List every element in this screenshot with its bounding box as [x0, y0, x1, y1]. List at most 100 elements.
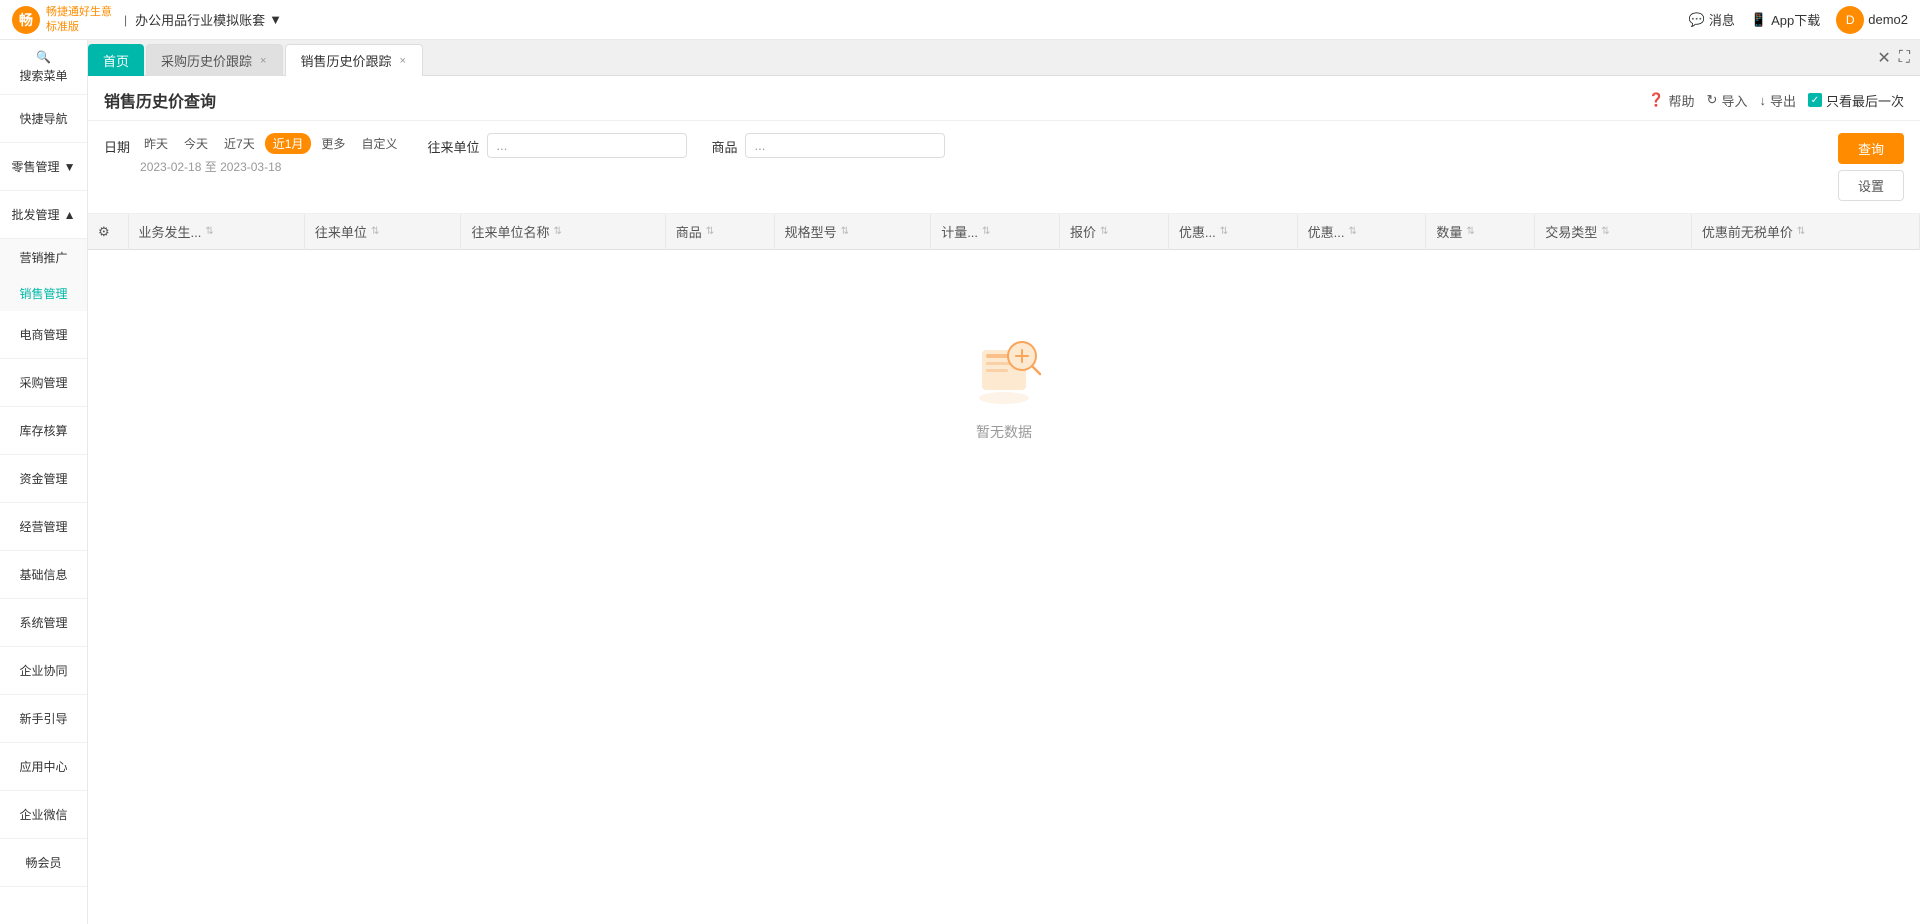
export-icon: ↓ — [1759, 93, 1766, 108]
tab-sales-history[interactable]: 销售历史价跟踪 × — [285, 44, 422, 76]
sidebar-item-guide[interactable]: 新手引导 — [0, 695, 87, 743]
last-once-checkbox[interactable]: ✓ 只看最后一次 — [1808, 91, 1904, 110]
th-quantity[interactable]: 数量 ⇅ — [1426, 214, 1535, 250]
filter-bar: 日期 昨天 今天 近7天 近1月 更多 自定义 2023-02-18 至 202… — [88, 121, 1920, 214]
date-btn-1month[interactable]: 近1月 — [265, 133, 312, 154]
table-header: ⚙ 业务发生... ⇅ 往来单位 — [88, 214, 1920, 250]
help-button[interactable]: ❓ 帮助 — [1648, 91, 1694, 110]
sidebar-item-system[interactable]: 系统管理 — [0, 599, 87, 647]
empty-state: 暂无数据 — [88, 250, 1920, 522]
settings-button[interactable]: 设置 — [1838, 170, 1904, 201]
tab-purchase-label: 采购历史价跟踪 — [161, 51, 252, 70]
company-selector[interactable]: 办公用品行业模拟账套 ▼ — [135, 10, 282, 29]
search-button[interactable]: 查询 — [1838, 133, 1904, 164]
sort-icon: ⇅ — [706, 226, 714, 237]
goods-input-placeholder: ... — [754, 138, 765, 153]
logo-icon: 畅 — [12, 6, 40, 34]
date-btn-7days[interactable]: 近7天 — [218, 133, 261, 154]
sort-icon: ⇅ — [1220, 226, 1228, 237]
sidebar-item-search[interactable]: 🔍 搜索菜单 — [0, 40, 87, 95]
maximize-window-button[interactable]: ⛶ — [1899, 49, 1910, 67]
th-spec[interactable]: 规格型号 ⇅ — [774, 214, 931, 250]
tab-bar: 首页 采购历史价跟踪 × 销售历史价跟踪 × ✕ ⛶ — [88, 40, 1920, 76]
sort-icon: ⇅ — [1466, 226, 1474, 237]
th-partner-name[interactable]: 往来单位名称 ⇅ — [461, 214, 665, 250]
partner-label: 往来单位 — [427, 133, 479, 156]
top-bar-left: 畅 畅捷通好生意 标准版 | 办公用品行业模拟账套 ▼ — [12, 5, 282, 34]
date-btn-today[interactable]: 今天 — [178, 133, 214, 154]
sidebar-item-operation[interactable]: 经营管理 — [0, 503, 87, 551]
message-button[interactable]: 💬 消息 — [1689, 10, 1735, 29]
message-icon: 💬 — [1689, 12, 1705, 28]
th-trade-type[interactable]: 交易类型 ⇅ — [1535, 214, 1692, 250]
logo-text: 畅捷通好生意 标准版 — [46, 5, 112, 34]
settings-icon: ⚙ — [98, 224, 110, 239]
tab-home[interactable]: 首页 — [88, 44, 144, 76]
sort-icon: ⇅ — [1797, 226, 1805, 237]
sort-icon: ⇅ — [1601, 226, 1609, 237]
date-btn-custom[interactable]: 自定义 — [355, 133, 403, 154]
sidebar-item-sales[interactable]: 销售管理 — [0, 275, 87, 311]
import-icon: ↻ — [1707, 92, 1718, 108]
date-filter-options: 昨天 今天 近7天 近1月 更多 自定义 2023-02-18 至 2023-0… — [138, 133, 403, 175]
top-bar-right: 💬 消息 📱 App下载 D demo2 — [1689, 6, 1908, 34]
sort-icon: ⇅ — [371, 226, 379, 237]
date-label: 日期 — [104, 133, 130, 156]
th-unit[interactable]: 计量... ⇅ — [931, 214, 1060, 250]
tab-sales-close[interactable]: × — [397, 54, 407, 68]
user-menu[interactable]: D demo2 — [1836, 6, 1908, 34]
close-window-button[interactable]: ✕ — [1877, 48, 1890, 68]
sidebar-item-finance[interactable]: 资金管理 — [0, 455, 87, 503]
th-discount1[interactable]: 优惠... ⇅ — [1168, 214, 1297, 250]
date-quick-buttons: 昨天 今天 近7天 近1月 更多 自定义 — [138, 133, 403, 154]
sidebar-item-wholesale[interactable]: 批发管理 ▲ — [0, 191, 87, 239]
th-discount2[interactable]: 优惠... ⇅ — [1297, 214, 1426, 250]
content-area: 首页 采购历史价跟踪 × 销售历史价跟踪 × ✕ ⛶ 销售历史价查询 — [88, 40, 1920, 924]
partner-input[interactable]: ... — [487, 133, 687, 158]
breadcrumb-label: | — [124, 13, 127, 27]
data-table: ⚙ 业务发生... ⇅ 往来单位 — [88, 214, 1920, 250]
th-partner-code[interactable]: 往来单位 ⇅ — [304, 214, 461, 250]
page-actions: ❓ 帮助 ↻ 导入 ↓ 导出 ✓ 只看最后一次 — [1648, 91, 1904, 110]
th-quote[interactable]: 报价 ⇅ — [1059, 214, 1168, 250]
sidebar-item-apps[interactable]: 应用中心 — [0, 743, 87, 791]
sort-icon: ⇅ — [205, 226, 213, 237]
date-range-display: 2023-02-18 至 2023-03-18 — [138, 158, 403, 175]
sidebar: 🔍 搜索菜单 快捷导航 零售管理 ▼ 批发管理 ▲ 营销推广 销售管理 电商管理… — [0, 40, 88, 924]
th-business-date[interactable]: 业务发生... ⇅ — [128, 214, 304, 250]
app-download-button[interactable]: 📱 App下载 — [1751, 10, 1820, 29]
main-layout: 🔍 搜索菜单 快捷导航 零售管理 ▼ 批发管理 ▲ 营销推广 销售管理 电商管理… — [0, 40, 1920, 924]
sidebar-item-wechat[interactable]: 企业微信 — [0, 791, 87, 839]
sidebar-item-collab[interactable]: 企业协同 — [0, 647, 87, 695]
import-button[interactable]: ↻ 导入 — [1707, 91, 1748, 110]
tab-home-label: 首页 — [103, 51, 129, 70]
sidebar-item-ecommerce[interactable]: 电商管理 — [0, 311, 87, 359]
phone-icon: 📱 — [1751, 12, 1767, 28]
partner-input-placeholder: ... — [496, 138, 507, 153]
tab-purchase-close[interactable]: × — [258, 54, 268, 68]
sidebar-item-purchase[interactable]: 采购管理 — [0, 359, 87, 407]
export-button[interactable]: ↓ 导出 — [1759, 91, 1796, 110]
sidebar-item-member[interactable]: 畅会员 — [0, 839, 87, 887]
page-content: 销售历史价查询 ❓ 帮助 ↻ 导入 ↓ 导出 ✓ — [88, 76, 1920, 924]
sidebar-item-retail[interactable]: 零售管理 ▼ — [0, 143, 87, 191]
goods-input[interactable]: ... — [745, 133, 945, 158]
table-container: ⚙ 业务发生... ⇅ 往来单位 — [88, 214, 1920, 522]
tab-bar-actions: ✕ ⛶ — [1867, 40, 1920, 75]
tab-sales-label: 销售历史价跟踪 — [300, 51, 391, 70]
date-btn-yesterday[interactable]: 昨天 — [138, 133, 174, 154]
sidebar-item-basic[interactable]: 基础信息 — [0, 551, 87, 599]
th-no-tax-price[interactable]: 优惠前无税单价 ⇅ — [1691, 214, 1919, 250]
tab-purchase-history[interactable]: 采购历史价跟踪 × — [146, 44, 283, 76]
logo-area: 畅 畅捷通好生意 标准版 — [12, 5, 112, 34]
sort-icon: ⇅ — [1348, 226, 1356, 237]
avatar: D — [1836, 6, 1864, 34]
th-goods[interactable]: 商品 ⇅ — [665, 214, 774, 250]
date-btn-more[interactable]: 更多 — [315, 133, 351, 154]
sidebar-item-marketing[interactable]: 营销推广 — [0, 239, 87, 275]
th-settings[interactable]: ⚙ — [88, 214, 128, 250]
goods-label: 商品 — [711, 133, 737, 156]
sidebar-item-quick-nav[interactable]: 快捷导航 — [0, 95, 87, 143]
help-icon: ❓ — [1648, 92, 1664, 108]
sidebar-item-inventory[interactable]: 库存核算 — [0, 407, 87, 455]
